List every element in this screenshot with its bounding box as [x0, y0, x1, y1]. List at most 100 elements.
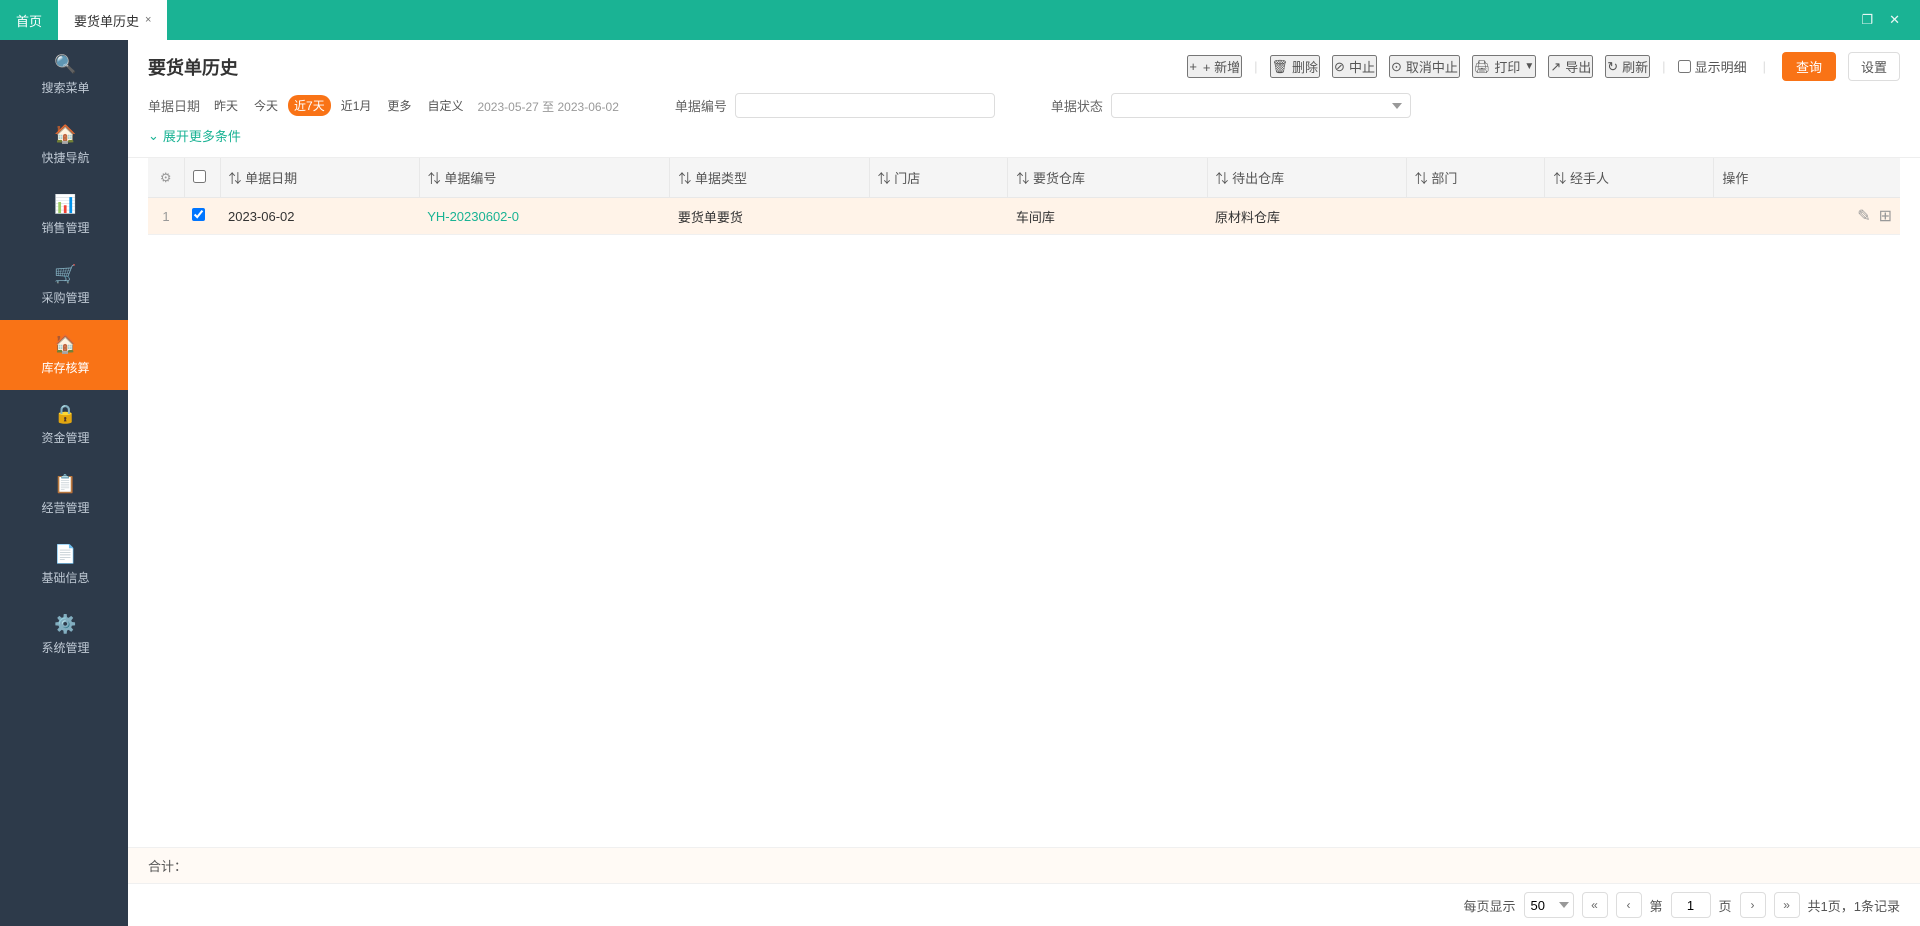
settings-button[interactable]: 设置: [1848, 52, 1900, 81]
doc-status-label: 单据状态: [1051, 96, 1103, 115]
ops-icon: 📋: [54, 474, 76, 495]
doc-status-select[interactable]: [1111, 93, 1411, 118]
tab-requisition-history[interactable]: 要货单历史 ×: [58, 0, 167, 40]
settings-col-header[interactable]: ⚙: [148, 158, 184, 198]
top-bar: 首页 要货单历史 × ❐ ✕: [0, 0, 1920, 40]
tab-home[interactable]: 首页: [0, 0, 58, 40]
pagination: 每页显示 50 20 100 200 « ‹ 第 页 › » 共1页，1条记录: [128, 883, 1920, 926]
sidebar: 🔍 搜索菜单 🏠 快捷导航 📊 销售管理 🛒 采购管理 🏠 库存核算 🔒 资金管…: [0, 40, 128, 926]
cell-doc-number[interactable]: YH-20230602-0: [419, 198, 670, 235]
page-size-label: 每页显示: [1463, 896, 1515, 915]
sidebar-item-inventory[interactable]: 🏠 库存核算: [0, 320, 128, 390]
shortcut-today[interactable]: 今天: [248, 95, 284, 116]
doc-number-input[interactable]: [735, 93, 995, 118]
sidebar-item-label: 搜索菜单: [41, 79, 89, 96]
copy-action-icon[interactable]: ⊞: [1879, 206, 1892, 226]
prev-page-btn[interactable]: ‹: [1616, 892, 1642, 918]
shortcut-last7days[interactable]: 近7天: [288, 95, 331, 116]
summary-label: 合计：: [148, 859, 187, 874]
gear-icon: ⚙️: [54, 614, 76, 635]
col-pending-warehouse: ⇅ 待出仓库: [1207, 158, 1406, 198]
page-label-end: 页: [1719, 896, 1732, 915]
delete-button[interactable]: 🗑 删除: [1270, 55, 1321, 78]
next-page-btn[interactable]: ›: [1740, 892, 1766, 918]
suspend-icon: ⊘: [1334, 59, 1345, 75]
new-button[interactable]: + + 新增: [1187, 55, 1242, 78]
sidebar-item-ops-mgmt[interactable]: 📋 经营管理: [0, 460, 128, 530]
refresh-button[interactable]: ↻ 刷新: [1605, 55, 1650, 78]
restore-icon[interactable]: ❐: [1861, 12, 1873, 28]
col-handler: ⇅ 经手人: [1545, 158, 1714, 198]
last-page-btn[interactable]: »: [1774, 892, 1800, 918]
tab-close-icon[interactable]: ×: [145, 14, 151, 26]
search-icon: 🔍: [54, 54, 76, 75]
select-all-checkbox[interactable]: [193, 170, 206, 183]
col-department: ⇅ 部门: [1406, 158, 1545, 198]
content-area: 要货单历史 + + 新增 | 🗑 删除 ⊘ 中止 ⊙ 取消中止: [128, 40, 1920, 926]
edit-action-icon[interactable]: ✎: [1857, 206, 1870, 226]
doc-number-link[interactable]: YH-20230602-0: [427, 209, 519, 224]
top-bar-right: ❐ ✕: [1861, 12, 1920, 28]
cell-actions: ✎ ⊞: [1714, 198, 1900, 235]
top-tabs: 首页 要货单历史 ×: [0, 0, 167, 40]
display-detail-toggle[interactable]: 显示明细: [1678, 57, 1747, 76]
shortcut-custom[interactable]: 自定义: [421, 95, 469, 116]
row-select-checkbox[interactable]: [192, 208, 205, 221]
inventory-icon: 🏠: [54, 334, 76, 355]
sidebar-item-search-menu[interactable]: 🔍 搜索菜单: [0, 40, 128, 110]
plus-icon: +: [1189, 59, 1197, 74]
sidebar-item-basic-info[interactable]: 📄 基础信息: [0, 530, 128, 600]
sidebar-item-label: 采购管理: [41, 289, 89, 306]
sidebar-item-quick-nav[interactable]: 🏠 快捷导航: [0, 110, 128, 180]
doc-number-filter-group: 单据编号: [675, 93, 995, 118]
action-icons: ✎ ⊞: [1722, 206, 1892, 226]
cell-doc-date: 2023-06-02: [220, 198, 419, 235]
row-num: 1: [148, 198, 184, 235]
data-table: ⚙ ⇅ 单据日期 ⇅ 单据编号 ⇅ 单据类型: [148, 158, 1900, 235]
col-doc-date: ⇅ 单据日期: [220, 158, 419, 198]
sidebar-item-label: 系统管理: [41, 639, 89, 656]
shortcut-more[interactable]: 更多: [381, 95, 417, 116]
export-button[interactable]: ↗ 导出: [1548, 55, 1593, 78]
page-size-select[interactable]: 50 20 100 200: [1524, 892, 1574, 918]
table-header-row: ⚙ ⇅ 单据日期 ⇅ 单据编号 ⇅ 单据类型: [148, 158, 1900, 198]
page-number-input[interactable]: [1671, 892, 1711, 918]
cell-department: [1406, 198, 1545, 235]
footer-summary: 合计：: [128, 847, 1920, 883]
close-icon[interactable]: ✕: [1889, 12, 1900, 28]
expand-more-btn[interactable]: ⌄ 展开更多条件: [148, 126, 1900, 145]
delete-icon: 🗑: [1272, 59, 1289, 75]
sidebar-item-label: 销售管理: [41, 219, 89, 236]
display-detail-checkbox[interactable]: [1678, 60, 1691, 73]
cancel-suspend-icon: ⊙: [1391, 59, 1402, 75]
sidebar-item-sales-mgmt[interactable]: 📊 销售管理: [0, 180, 128, 250]
cart-icon: 🛒: [54, 264, 76, 285]
export-icon: ↗: [1550, 59, 1561, 75]
doc-number-label: 单据编号: [675, 96, 727, 115]
col-doc-type: ⇅ 单据类型: [670, 158, 869, 198]
main-layout: 🔍 搜索菜单 🏠 快捷导航 📊 销售管理 🛒 采购管理 🏠 库存核算 🔒 资金管…: [0, 40, 1920, 926]
query-button[interactable]: 查询: [1782, 52, 1836, 81]
col-store: ⇅ 门店: [869, 158, 1008, 198]
row-checkbox[interactable]: [184, 198, 220, 235]
print-dropdown-icon[interactable]: ▼: [1524, 61, 1534, 72]
sidebar-item-purchase-mgmt[interactable]: 🛒 采购管理: [0, 250, 128, 320]
cancel-suspend-button[interactable]: ⊙ 取消中止: [1389, 55, 1460, 78]
col-actions: 操作: [1714, 158, 1900, 198]
table-row[interactable]: 1 2023-06-02 YH-20230602-0 要货单要货 车间库 原材料…: [148, 198, 1900, 235]
shortcut-yesterday[interactable]: 昨天: [208, 95, 244, 116]
doc-status-filter-group: 单据状态: [1051, 93, 1411, 118]
suspend-button[interactable]: ⊘ 中止: [1332, 55, 1377, 78]
first-page-btn[interactable]: «: [1582, 892, 1608, 918]
sidebar-item-system-mgmt[interactable]: ⚙️ 系统管理: [0, 600, 128, 670]
shortcut-last1month[interactable]: 近1月: [335, 95, 378, 116]
cell-doc-type: 要货单要货: [670, 198, 869, 235]
toolbar: + + 新增 | 🗑 删除 ⊘ 中止 ⊙ 取消中止 🖨: [1187, 52, 1900, 81]
date-filter-label: 单据日期: [148, 96, 200, 115]
doc-icon: 📄: [54, 544, 76, 565]
sidebar-item-finance-mgmt[interactable]: 🔒 资金管理: [0, 390, 128, 460]
cell-store: [869, 198, 1008, 235]
table-container: ⚙ ⇅ 单据日期 ⇅ 单据编号 ⇅ 单据类型: [128, 158, 1920, 847]
print-button[interactable]: 🖨 打印 ▼: [1472, 55, 1536, 78]
col-doc-number: ⇅ 单据编号: [419, 158, 670, 198]
